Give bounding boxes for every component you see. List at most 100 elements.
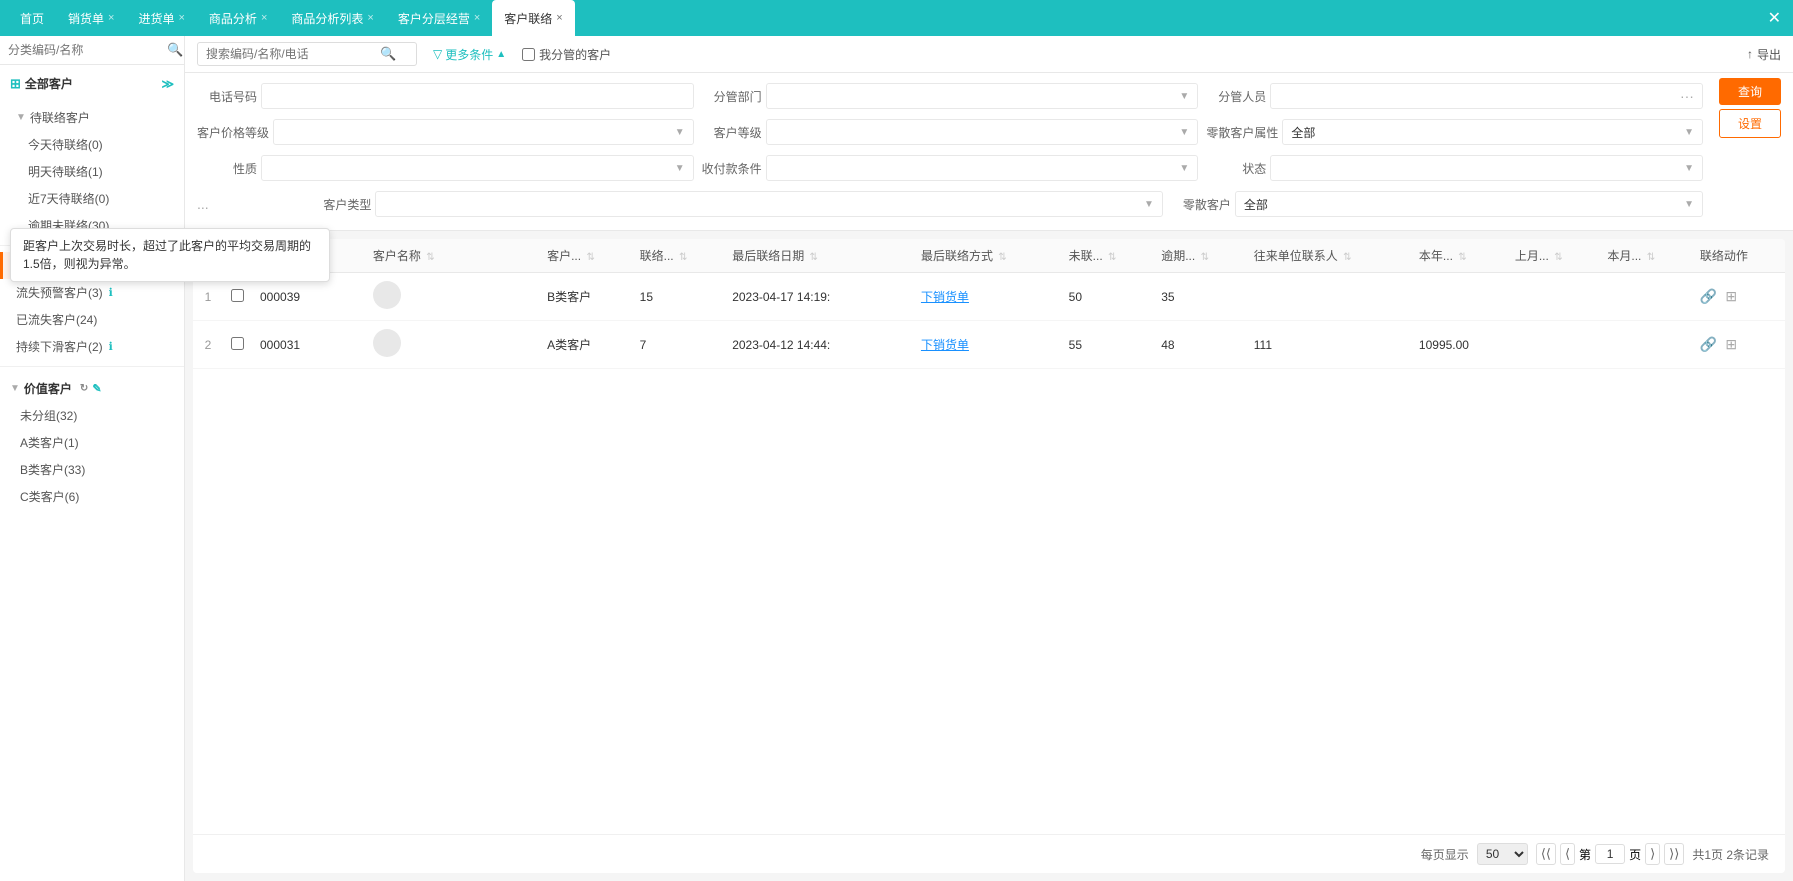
close-analysis-list-tab[interactable]: ×	[367, 12, 373, 24]
row-2-link-icon[interactable]: 🔗	[1700, 336, 1717, 353]
row-overdue-2: 48	[1153, 321, 1246, 369]
col-last-month[interactable]: 上月... ⇅	[1507, 239, 1600, 273]
info-icon-churn[interactable]: ℹ	[109, 286, 113, 299]
close-customer-segment-tab[interactable]: ×	[474, 12, 480, 24]
row-1-link-icon[interactable]: 🔗	[1700, 288, 1717, 305]
search-input[interactable]	[206, 47, 376, 61]
main-layout: 🔍 ⊞ 全部客户 ≫ ▼ 待联络客户 今天待联络(0) 明天待联络(1) 近7天…	[0, 36, 1793, 881]
retail-customer-select[interactable]: 全部 ▼	[1235, 191, 1703, 217]
customer-type-dropdown-icon: ▼	[1144, 199, 1154, 210]
value-customers-section: ▼ 价值客户 ↻ ✎ 未分组(32) A类客户(1) B类客户(33) C类客户…	[0, 371, 184, 514]
sidebar-item-declining[interactable]: 持续下滑客户(2) ℹ	[0, 333, 184, 360]
value-arrow-icon: ▼	[10, 383, 20, 394]
row-contact-2: 7	[632, 321, 725, 369]
edit-icon[interactable]: ✎	[92, 382, 101, 395]
col-type[interactable]: 客户... ⇅	[539, 239, 632, 273]
row-2-grid-icon[interactable]: ⊞	[1725, 336, 1737, 353]
dept-dropdown-icon: ▼	[1179, 91, 1189, 102]
close-purchase-tab[interactable]: ×	[178, 12, 184, 24]
col-uncontacted[interactable]: 未联... ⇅	[1061, 239, 1154, 273]
row-action-1: 🔗 ⊞	[1692, 273, 1785, 321]
col-last-method[interactable]: 最后联络方式 ⇅	[913, 239, 1061, 273]
sidebar-collapse-icon[interactable]: ≫	[161, 77, 174, 91]
dept-select[interactable]: ▼	[766, 83, 1199, 109]
col-unit-contact[interactable]: 往来单位联系人 ⇅	[1246, 239, 1411, 273]
customer-type-select[interactable]: ▼	[375, 191, 1162, 217]
settings-button[interactable]: 设置	[1719, 109, 1781, 138]
search-icon[interactable]: 🔍	[380, 46, 396, 62]
person-select[interactable]: ···	[1270, 83, 1703, 109]
my-customers-checkbox[interactable]	[522, 48, 535, 61]
sidebar-search-input[interactable]	[8, 43, 163, 57]
col-this-year[interactable]: 本年... ⇅	[1411, 239, 1507, 273]
close-customer-contact-tab[interactable]: ×	[556, 12, 562, 24]
nav-tab-customer-segment[interactable]: 客户分层经营 ×	[386, 0, 492, 36]
status-select[interactable]: ▼	[1270, 155, 1703, 181]
refresh-icon[interactable]: ↻	[80, 383, 88, 394]
sidebar-item-tomorrow[interactable]: 明天待联络(1)	[0, 158, 184, 185]
pending-group-title[interactable]: ▼ 待联络客户	[0, 104, 184, 131]
last-page-button[interactable]: ⟩⟩	[1664, 843, 1684, 865]
value-customers-header[interactable]: ▼ 价值客户 ↻ ✎	[0, 375, 184, 402]
row-2-checkbox[interactable]	[231, 337, 244, 350]
filter-retail-customer: 零散客户 全部 ▼	[1171, 191, 1703, 217]
row-checkbox-2[interactable]	[223, 321, 252, 369]
top-nav: 首页 销货单 × 进货单 × 商品分析 × 商品分析列表 × 客户分层经营 × …	[0, 0, 1793, 36]
prev-page-button[interactable]: ⟨	[1560, 843, 1575, 865]
phone-select[interactable]	[261, 83, 694, 109]
page-number-input[interactable]	[1595, 844, 1625, 864]
sidebar-all-customers-header[interactable]: ⊞ 全部客户 ≫	[0, 69, 184, 98]
payment-select[interactable]: ▼	[766, 155, 1199, 181]
nav-tab-purchase[interactable]: 进货单 ×	[126, 0, 196, 36]
sidebar-search-icon[interactable]: 🔍	[167, 42, 183, 58]
sidebar-item-class-c[interactable]: C类客户(6)	[0, 483, 184, 510]
nav-tab-analysis-list[interactable]: 商品分析列表 ×	[279, 0, 385, 36]
nav-tab-home[interactable]: 首页	[8, 0, 56, 36]
price-level-dropdown-icon: ▼	[675, 127, 685, 138]
close-sales-tab[interactable]: ×	[108, 12, 114, 24]
filter-payment: 收付款条件 ▼	[702, 155, 1199, 181]
price-level-select[interactable]: ▼	[273, 119, 694, 145]
more-filter-button[interactable]: ▽ 更多条件 ▲	[425, 46, 514, 63]
next-page-button[interactable]: ⟩	[1645, 843, 1660, 865]
sidebar-item-class-a[interactable]: A类客户(1)	[0, 429, 184, 456]
retail-customer-dropdown-icon: ▼	[1684, 199, 1694, 210]
person-more-icon[interactable]: ···	[1680, 88, 1694, 104]
sidebar-item-class-b[interactable]: B类客户(33)	[0, 456, 184, 483]
retail-attr-select[interactable]: 全部 ▼	[1282, 119, 1703, 145]
row-1-checkbox[interactable]	[231, 289, 244, 302]
customer-level-select[interactable]: ▼	[766, 119, 1199, 145]
row-uncontacted-2: 55	[1061, 321, 1154, 369]
sidebar-item-churned[interactable]: 已流失客户(24)	[0, 306, 184, 333]
nav-tab-customer-contact[interactable]: 客户联络 ×	[492, 0, 574, 36]
row-overdue-1: 35	[1153, 273, 1246, 321]
sidebar-item-today[interactable]: 今天待联络(0)	[0, 131, 184, 158]
info-icon-declining[interactable]: ℹ	[109, 340, 113, 353]
col-last-date[interactable]: 最后联络日期 ⇅	[724, 239, 913, 273]
payment-dropdown-icon: ▼	[1179, 163, 1189, 174]
row-this-month-1	[1599, 273, 1692, 321]
nav-tab-sales[interactable]: 销货单 ×	[56, 0, 126, 36]
more-dots-icon[interactable]: ...	[197, 196, 209, 212]
col-contact[interactable]: 联络... ⇅	[632, 239, 725, 273]
page-label: 页	[1629, 846, 1641, 863]
export-button[interactable]: ↑ 导出	[1747, 46, 1781, 63]
col-overdue[interactable]: 逾期... ⇅	[1153, 239, 1246, 273]
sidebar-item-churn-warning[interactable]: 流失预警客户(3) ℹ	[0, 279, 184, 306]
first-page-button[interactable]: ⟨⟨	[1536, 843, 1556, 865]
col-name[interactable]: 客户名称 ⇅	[365, 239, 539, 273]
gender-select[interactable]: ▼	[261, 155, 694, 181]
col-this-month[interactable]: 本月... ⇅	[1599, 239, 1692, 273]
row-last-method-1[interactable]: 下销货单	[913, 273, 1061, 321]
page-size-select[interactable]: 50 100 200	[1477, 843, 1528, 865]
query-button[interactable]: 查询	[1719, 78, 1781, 105]
nav-tab-analysis[interactable]: 商品分析 ×	[197, 0, 279, 36]
customer-level-dropdown-icon: ▼	[1179, 127, 1189, 138]
row-1-grid-icon[interactable]: ⊞	[1725, 288, 1737, 305]
sidebar-item-7days[interactable]: 近7天待联络(0)	[0, 185, 184, 212]
page-label-pre: 第	[1579, 846, 1591, 863]
sidebar-item-ungrouped[interactable]: 未分组(32)	[0, 402, 184, 429]
close-analysis-tab[interactable]: ×	[261, 12, 267, 24]
window-close-button[interactable]: ✕	[1768, 8, 1781, 28]
row-last-method-2[interactable]: 下销货单	[913, 321, 1061, 369]
